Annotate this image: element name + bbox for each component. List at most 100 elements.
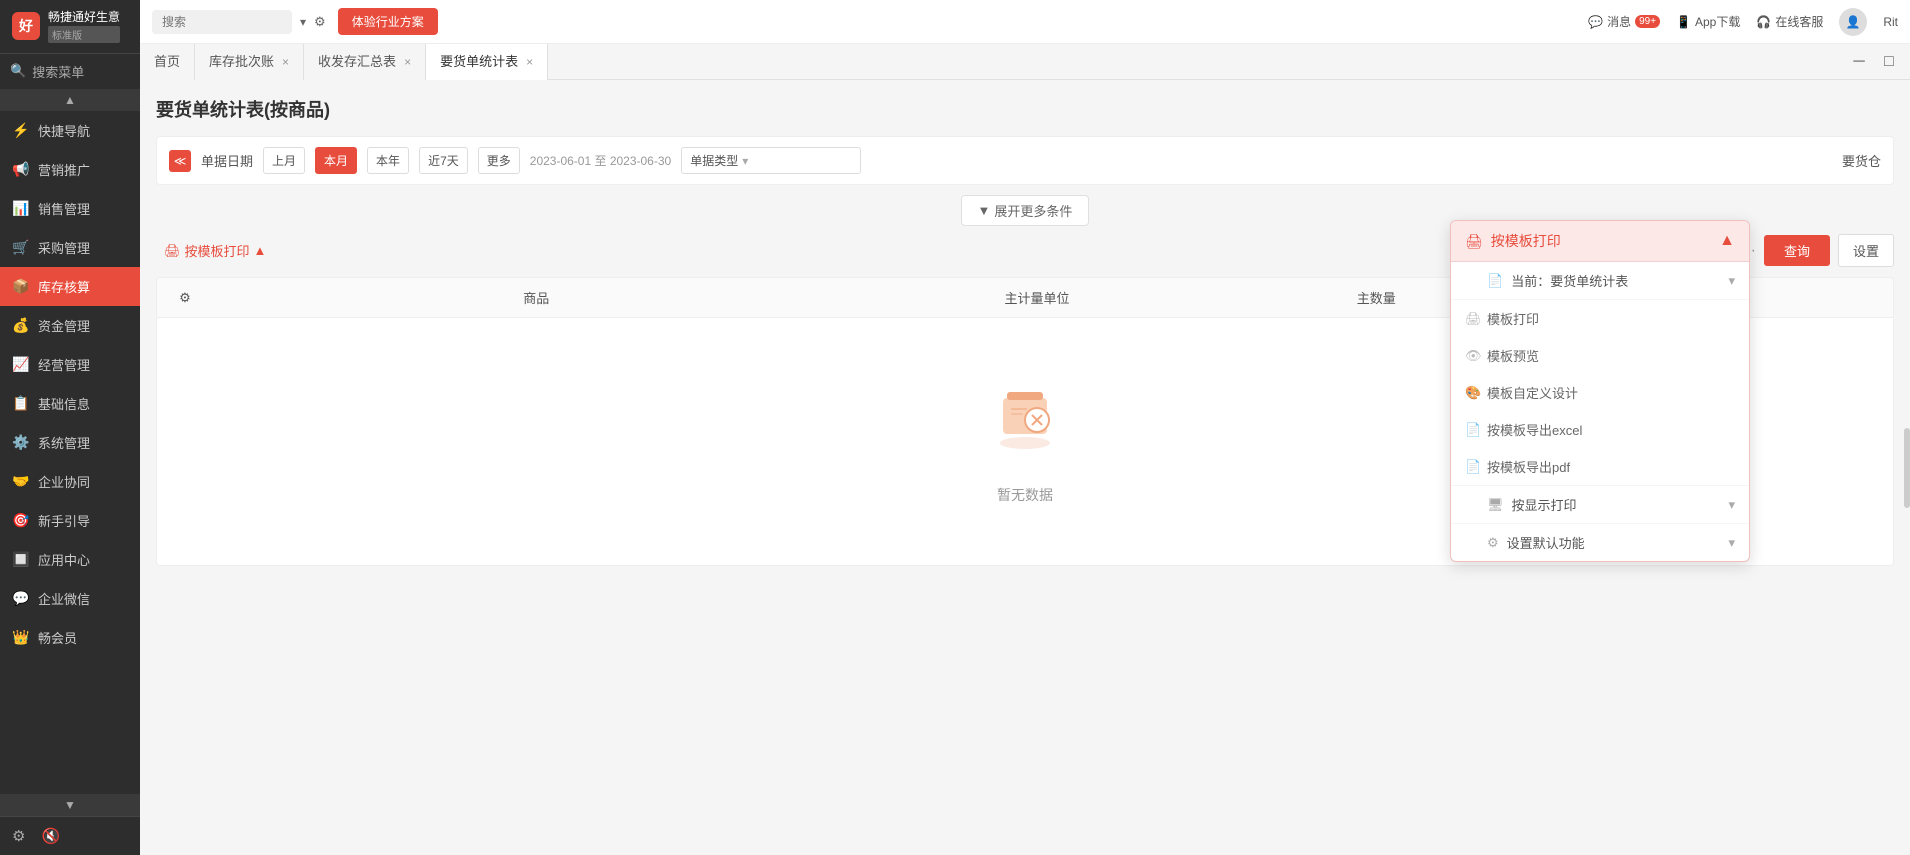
sidebar-item-wechat[interactable]: 💬 企业微信 — [0, 579, 140, 618]
expand-more-button[interactable]: ▼ 展开更多条件 — [961, 195, 1090, 226]
date-btn-current-year[interactable]: 本年 — [367, 147, 409, 174]
quick-nav-icon: ⚡ — [12, 122, 30, 139]
tab-order-stats-close[interactable]: × — [526, 44, 533, 80]
topbar: ▾ ⚙ 体验行业方案 💬 消息 99+ 📱 App下载 🎧 在线客服 👤 Rit — [140, 0, 1910, 44]
operation-icon: 📈 — [12, 356, 30, 373]
sidebar-item-label: 系统管理 — [38, 433, 90, 452]
tab-inventory-batch-close[interactable]: × — [282, 44, 289, 80]
sidebar-item-operation[interactable]: 📈 经营管理 — [0, 345, 140, 384]
sidebar-item-member[interactable]: 👑 畅会员 — [0, 618, 140, 657]
sidebar-item-label: 库存核算 — [38, 277, 90, 296]
template-excel-item[interactable]: 📄 按模板导出excel — [1451, 411, 1749, 448]
display-print-label: 按显示打印 — [1512, 495, 1577, 514]
tab-home-label: 首页 — [154, 44, 180, 80]
template-custom-icon: 🎨 — [1465, 385, 1481, 401]
template-custom-label: 模板自定义设计 — [1487, 383, 1578, 402]
doc-type-arrow-icon: ▾ — [742, 154, 748, 168]
date-btn-last-month[interactable]: 上月 — [263, 147, 305, 174]
tab-order-stats[interactable]: 要货单统计表 × — [426, 44, 548, 80]
sidebar-item-basic[interactable]: 📋 基础信息 — [0, 384, 140, 423]
sidebar-item-label: 企业微信 — [38, 589, 90, 608]
tab-minimize-button[interactable]: ─ — [1846, 49, 1872, 75]
template-print-label: 模板打印 — [1487, 309, 1539, 328]
sidebar-item-inventory[interactable]: 📦 库存核算 — [0, 267, 140, 306]
print-dropdown: 🖨 按模板打印 ▲ 📄 当前：要货单统计表 ▾ 🖨 模板打印 👁 模板预览 — [1450, 220, 1750, 562]
sidebar-item-quick-nav[interactable]: ⚡ 快捷导航 — [0, 111, 140, 150]
filter-collapse-button[interactable]: ≪ — [169, 150, 191, 172]
sidebar-item-guide[interactable]: 🎯 新手引导 — [0, 501, 140, 540]
set-default-arrow: ▾ — [1728, 535, 1735, 551]
template-preview-item[interactable]: 👁 模板预览 — [1451, 337, 1749, 374]
system-icon: ⚙️ — [12, 434, 30, 451]
sidebar-item-marketing[interactable]: 📢 营销推广 — [0, 150, 140, 189]
sidebar-item-label: 资金管理 — [38, 316, 90, 335]
topbar-gear-icon[interactable]: ⚙ — [314, 14, 326, 30]
sidebar-search[interactable]: 🔍 搜索菜单 — [0, 54, 140, 89]
filter-row: ≪ 单据日期 上月 本月 本年 近7天 更多 更多 2023-06-01 至 2… — [169, 147, 1881, 174]
tab-home[interactable]: 首页 — [140, 44, 195, 80]
avatar[interactable]: 👤 — [1839, 8, 1867, 36]
set-default-icon: ⚙ — [1487, 535, 1499, 551]
tab-maximize-button[interactable]: □ — [1876, 49, 1902, 75]
sidebar-item-app-center[interactable]: 🔲 应用中心 — [0, 540, 140, 579]
doc-type-label: 单据类型 — [690, 152, 738, 169]
purchase-icon: 🛒 — [12, 239, 30, 256]
template-print-item[interactable]: 🖨 模板打印 — [1451, 300, 1749, 337]
tab-inventory-batch[interactable]: 库存批次账 × — [195, 44, 304, 80]
guide-icon: 🎯 — [12, 512, 30, 529]
print-arrow-icon: ▲ — [254, 243, 267, 258]
app-center-icon: 🔲 — [12, 551, 30, 568]
sidebar-search-label: 搜索菜单 — [32, 62, 84, 81]
doc-type-select[interactable]: 单据类型 ▾ — [681, 147, 861, 174]
sidebar-item-collab[interactable]: 🤝 企业协同 — [0, 462, 140, 501]
sidebar-item-sales[interactable]: 📊 销售管理 — [0, 189, 140, 228]
filter-bar: ≪ 单据日期 上月 本月 本年 近7天 更多 更多 2023-06-01 至 2… — [156, 136, 1894, 185]
sidebar-item-finance[interactable]: 💰 资金管理 — [0, 306, 140, 345]
date-btn-7days[interactable]: 近7天 — [419, 147, 468, 174]
print-dropdown-close-icon[interactable]: ▲ — [1719, 232, 1735, 250]
wechat-icon: 💬 — [12, 590, 30, 607]
print-template-button[interactable]: 🖨 按模板打印 ▲ — [156, 237, 274, 264]
print-dropdown-title-text: 按模板打印 — [1491, 231, 1561, 251]
col-settings[interactable]: ⚙ — [165, 280, 205, 316]
username: Rit — [1883, 15, 1898, 29]
messages-button[interactable]: 💬 消息 99+ — [1588, 13, 1660, 30]
scrollbar[interactable] — [1904, 428, 1910, 508]
sidebar-item-purchase[interactable]: 🛒 采购管理 — [0, 228, 140, 267]
sidebar-scroll-up[interactable]: ▲ — [0, 89, 140, 111]
empty-text: 暂无数据 — [997, 485, 1053, 505]
current-item-label: 当前：要货单统计表 — [1511, 271, 1628, 290]
sidebar-item-label: 营销推广 — [38, 160, 90, 179]
sidebar-item-system[interactable]: ⚙️ 系统管理 — [0, 423, 140, 462]
template-pdf-item[interactable]: 📄 按模板导出pdf — [1451, 448, 1749, 485]
member-icon: 👑 — [12, 629, 30, 646]
sidebar-scroll-down[interactable]: ▼ — [0, 794, 140, 816]
tabs-right-controls: ─ □ — [1846, 49, 1910, 75]
online-service-button[interactable]: 🎧 在线客服 — [1756, 13, 1823, 30]
topbar-dropdown-icon[interactable]: ▾ — [300, 15, 306, 29]
topbar-search-input[interactable] — [152, 10, 292, 34]
print-dropdown-current-item[interactable]: 📄 当前：要货单统计表 ▾ — [1451, 262, 1749, 300]
settings-footer-icon[interactable]: ⚙ — [12, 827, 25, 845]
tab-receipt-summary-close[interactable]: × — [404, 44, 411, 80]
sidebar-item-label: 畅会员 — [38, 628, 77, 647]
settings-button[interactable]: 设置 — [1838, 234, 1894, 267]
template-pdf-label: 按模板导出pdf — [1487, 457, 1570, 476]
display-print-item[interactable]: 🖥 按显示打印 ▾ — [1451, 485, 1749, 523]
current-item-arrow: ▾ — [1728, 273, 1735, 289]
promo-button[interactable]: 体验行业方案 — [338, 8, 438, 35]
query-button[interactable]: 查询 — [1764, 235, 1830, 266]
finance-icon: 💰 — [12, 317, 30, 334]
tab-receipt-summary[interactable]: 收发存汇总表 × — [304, 44, 426, 80]
sidebar-item-label: 基础信息 — [38, 394, 90, 413]
print-icon: 🖨 — [164, 243, 181, 259]
template-custom-item[interactable]: 🎨 模板自定义设计 — [1451, 374, 1749, 411]
date-btn-more[interactable]: 更多 — [478, 147, 520, 174]
sidebar-item-label: 采购管理 — [38, 238, 90, 257]
sound-footer-icon[interactable]: 🔇 — [41, 827, 60, 845]
app-download-button[interactable]: 📱 App下载 — [1676, 13, 1740, 30]
set-default-item[interactable]: ⚙ 设置默认功能 ▾ — [1451, 523, 1749, 561]
date-btn-current-month[interactable]: 本月 — [315, 147, 357, 174]
tab-inventory-batch-label: 库存批次账 — [209, 44, 274, 80]
page-content: 要货单统计表(按商品) ≪ 单据日期 上月 本月 本年 近7天 更多 更多 20… — [140, 80, 1910, 855]
